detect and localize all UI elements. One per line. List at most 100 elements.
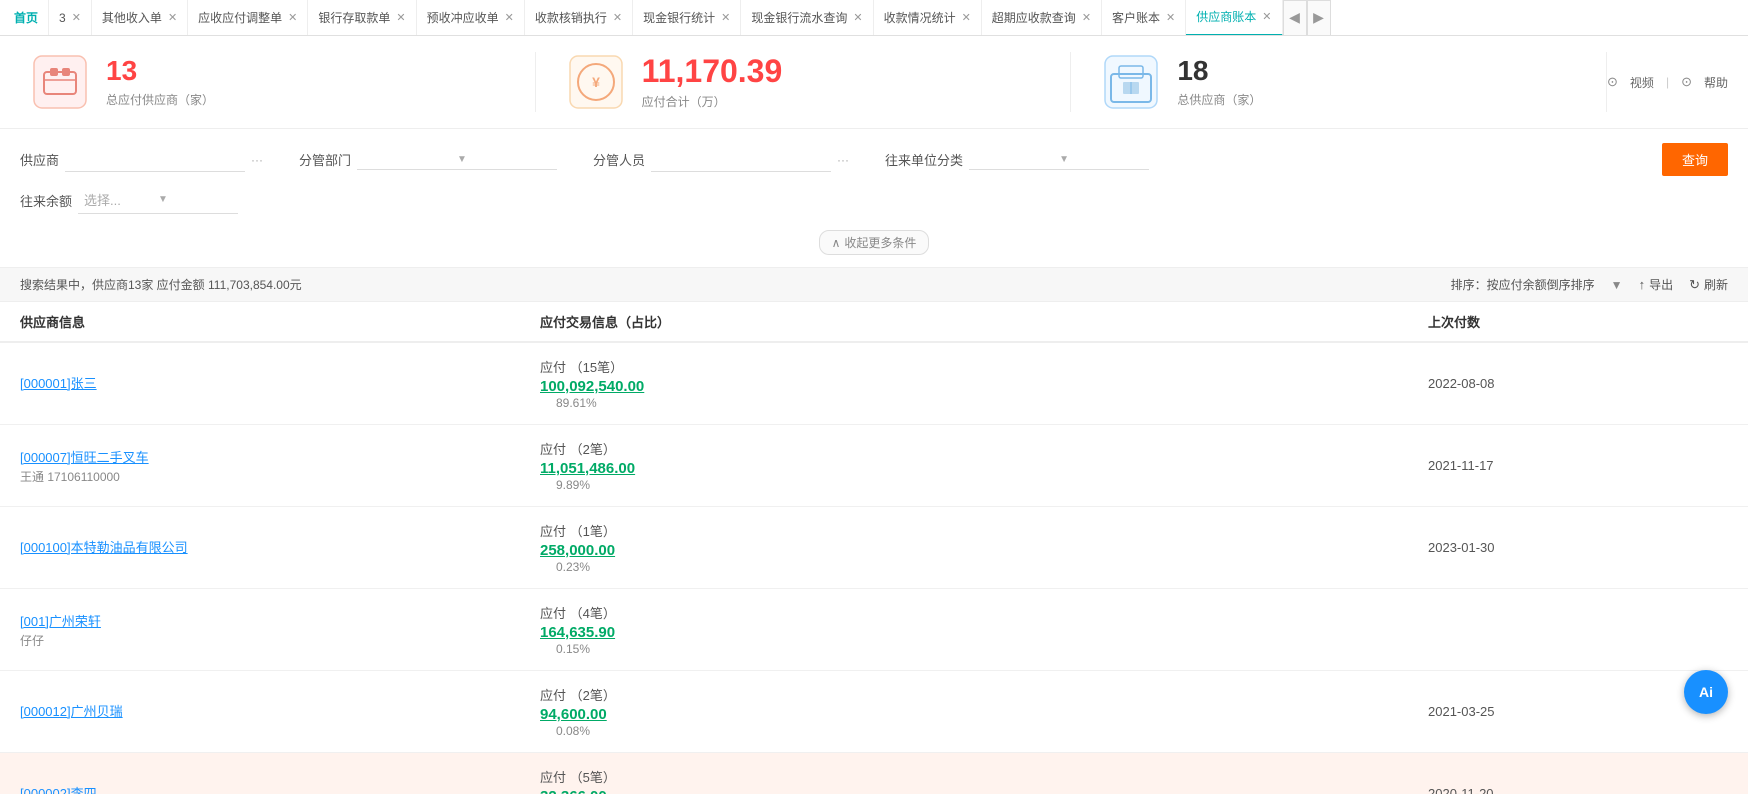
nav-tab-overdue-ar[interactable]: 超期应收款查询 ✕ (982, 0, 1102, 36)
ai-button[interactable]: Ai (1684, 670, 1728, 714)
col-header-payable: 应付交易信息（占比） (540, 312, 1428, 331)
sort-label[interactable]: 排序：按应付余额倒序排序 (1451, 276, 1595, 293)
last-pay-0: 2022-08-08 (1428, 376, 1728, 391)
person-filter-dots[interactable]: ··· (837, 153, 849, 167)
nav-tab-overdue-ar-label: 超期应收款查询 (992, 9, 1076, 26)
nav-tab-ar-ap-adjust[interactable]: 应收应付调整单 ✕ (188, 0, 308, 36)
payable-info-1: 应付 （2笔） 11,051,486.00 9.89% (540, 439, 1428, 492)
nav-tab-ar-ap-adjust-label: 应收应付调整单 (198, 9, 282, 26)
payable-amount-4[interactable]: 94,600.00 (540, 706, 1428, 723)
collapse-button[interactable]: ∧ 收起更多条件 (819, 230, 930, 255)
nav-tab-3-label: 3 (59, 11, 66, 25)
refresh-button[interactable]: ↻ 刷新 (1689, 276, 1728, 293)
nav-tab-prepay-ar-label: 预收冲应收单 (427, 9, 499, 26)
stat-content-suppliers-payable: 13 总应付供应商（家） (106, 56, 214, 108)
payable-amount-1[interactable]: 11,051,486.00 (540, 460, 1428, 477)
supplier-link-2[interactable]: [000100]本特勒油品有限公司 (20, 537, 540, 556)
nav-tab-other-income[interactable]: 其他收入单 ✕ (92, 0, 188, 36)
payable-amount-5[interactable]: 32,366.00 (540, 788, 1428, 794)
supplier-link-5[interactable]: [000002]李四 (20, 783, 540, 794)
chevron-down-icon: ▼ (158, 194, 232, 205)
close-icon[interactable]: ✕ (613, 11, 622, 24)
payable-amount-2[interactable]: 258,000.00 (540, 542, 1428, 559)
help-link[interactable]: 帮助 (1704, 74, 1728, 91)
ai-button-label: Ai (1699, 684, 1713, 700)
supplier-info-0: [000001]张三 (20, 373, 540, 394)
close-icon[interactable]: ✕ (288, 11, 297, 24)
video-link[interactable]: 视频 (1630, 74, 1654, 91)
col-header-lastpay: 上次付数 (1428, 312, 1728, 331)
svg-text:¥: ¥ (592, 74, 600, 90)
nav-tab-bank-deposit[interactable]: 银行存取款单 ✕ (308, 0, 416, 36)
payable-amount-3[interactable]: 164,635.90 (540, 624, 1428, 641)
close-icon[interactable]: ✕ (505, 11, 514, 24)
col-header-supplier: 供应商信息 (20, 312, 540, 331)
nav-tab-receipt-verify[interactable]: 收款核销执行 ✕ (525, 0, 633, 36)
last-pay-date-1: 2021-11-17 (1428, 458, 1494, 473)
payable-count-4: （2笔） (570, 688, 616, 703)
payable-pct-0: 89.61% (556, 396, 597, 410)
supplier-link-1[interactable]: [000007]恒旺二手叉车 (20, 447, 540, 466)
nav-scroll-right[interactable]: ▶ (1307, 0, 1331, 36)
nav-tab-3[interactable]: 3 ✕ (49, 0, 92, 36)
person-filter-input[interactable] (651, 148, 831, 172)
supplier-name-0: [000001]张三 (20, 376, 97, 391)
stat-card-payable-total: ¥ 11,170.39 应付合计（万） (536, 52, 1072, 112)
close-icon[interactable]: ✕ (72, 11, 81, 24)
nav-tab-cash-bank-stat[interactable]: 现金银行统计 ✕ (633, 0, 741, 36)
supplier-link-0[interactable]: [000001]张三 (20, 373, 540, 392)
stat-label-total-suppliers: 总供应商（家） (1177, 91, 1261, 108)
close-icon[interactable]: ✕ (168, 11, 177, 24)
nav-tab-supplier-book-label: 供应商账本 (1196, 8, 1256, 25)
nav-tab-receipt-stat-label: 收款情况统计 (884, 9, 956, 26)
person-filter-label: 分管人员 (593, 150, 645, 169)
stat-actions: ⊙ 视频 | ⊙ 帮助 (1607, 74, 1748, 91)
supplier-info-1: [000007]恒旺二手叉车 王通 17106110000 (20, 447, 540, 485)
table-scroll[interactable]: [000001]张三 应付 （15笔） 100,092,540.00 89.61… (0, 343, 1748, 794)
payable-pct-4: 0.08% (556, 724, 590, 738)
filter-item-category: 往来单位分类 ▼ (885, 150, 1149, 170)
supplier-name-2: [000100]本特勒油品有限公司 (20, 540, 188, 555)
payable-amount-0[interactable]: 100,092,540.00 (540, 378, 1428, 395)
circle-icon: ⊙ (1607, 74, 1618, 90)
nav-tab-prepay-ar[interactable]: 预收冲应收单 ✕ (417, 0, 525, 36)
stat-number-suppliers-payable: 13 (106, 56, 214, 87)
close-icon[interactable]: ✕ (1166, 11, 1175, 24)
export-icon: ↑ (1639, 277, 1646, 292)
main-content: 13 总应付供应商（家） ¥ 11,170.39 应付合计（万） (0, 36, 1748, 794)
category-filter-select[interactable]: ▼ (969, 150, 1149, 170)
filter-item-dept: 分管部门 ▼ (299, 150, 557, 170)
nav-tab-cash-bank-flow[interactable]: 现金银行流水查询 ✕ (741, 0, 873, 36)
close-icon[interactable]: ✕ (962, 11, 971, 24)
payable-count-5: （5笔） (570, 770, 616, 785)
supplier-link-4[interactable]: [000012]广州贝瑞 (20, 701, 540, 720)
nav-tab-customer-book[interactable]: 客户账本 ✕ (1102, 0, 1186, 36)
close-icon[interactable]: ✕ (853, 11, 862, 24)
export-label: 导出 (1649, 276, 1673, 293)
dept-filter-label: 分管部门 (299, 150, 351, 169)
nav-scroll-left[interactable]: ◀ (1283, 0, 1307, 36)
nav-tab-receipt-stat[interactable]: 收款情况统计 ✕ (874, 0, 982, 36)
filter-item-supplier: 供应商 ··· (20, 148, 263, 172)
supplier-payable-icon (30, 52, 90, 112)
close-icon[interactable]: ✕ (396, 11, 405, 24)
nav-tab-cash-bank-flow-label: 现金银行流水查询 (751, 9, 847, 26)
payable-info-4: 应付 （2笔） 94,600.00 0.08% (540, 685, 1428, 738)
supplier-link-3[interactable]: [001]广州荣轩 (20, 611, 540, 630)
supplier-filter-dots[interactable]: ··· (251, 153, 263, 167)
nav-tab-supplier-book[interactable]: 供应商账本 ✕ (1186, 0, 1282, 36)
table-row: [001]广州荣轩 仔仔 应付 （4笔） 164,635.90 0.15% (0, 589, 1748, 671)
close-icon[interactable]: ✕ (1082, 11, 1091, 24)
query-button[interactable]: 查询 (1662, 143, 1728, 176)
supplier-filter-input[interactable] (65, 148, 245, 172)
export-button[interactable]: ↑ 导出 (1639, 276, 1674, 293)
collapse-bar: ∧ 收起更多条件 (20, 224, 1728, 257)
nav-tab-home[interactable]: 首页 (4, 0, 49, 36)
supplier-name-4: [000012]广州贝瑞 (20, 704, 123, 719)
dept-filter-select[interactable]: ▼ (357, 150, 557, 170)
payable-pct-1: 9.89% (556, 478, 590, 492)
close-icon[interactable]: ✕ (721, 11, 730, 24)
close-icon[interactable]: ✕ (1262, 10, 1271, 23)
supplier-info-2: [000100]本特勒油品有限公司 (20, 537, 540, 558)
balance-filter-select[interactable]: 选择... ▼ (78, 186, 238, 214)
